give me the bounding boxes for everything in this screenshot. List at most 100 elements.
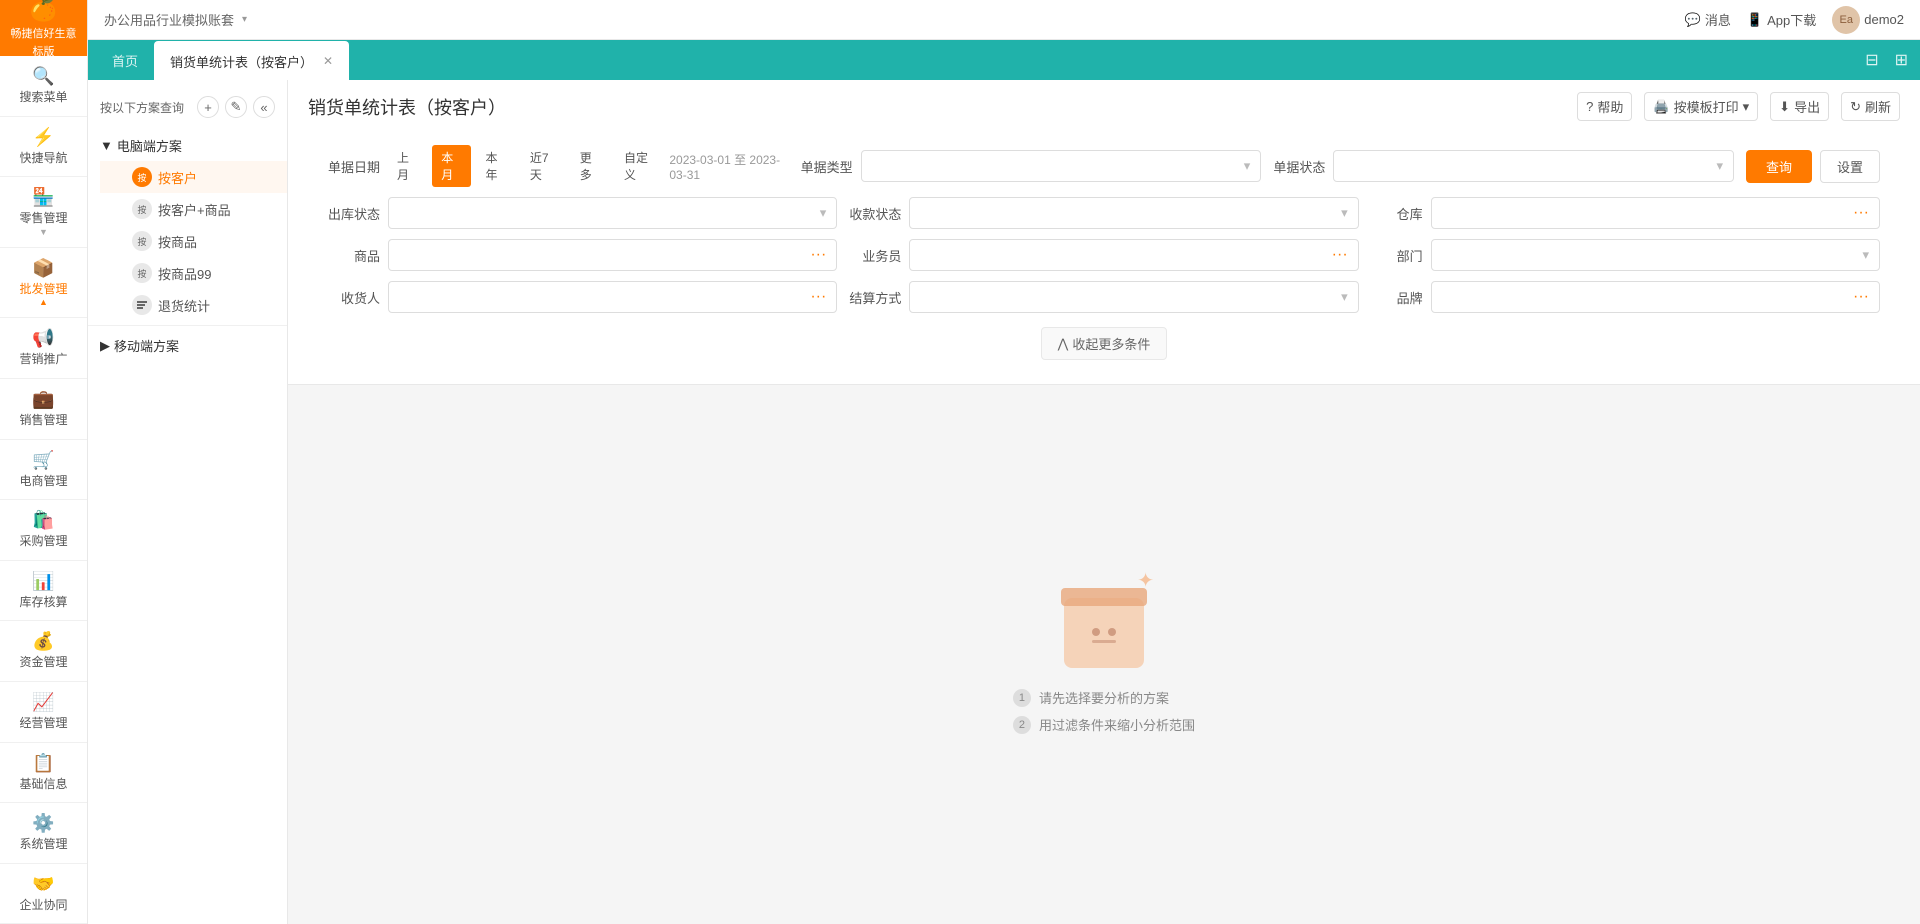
sidebar-item-marketing[interactable]: 📢 营销推广: [0, 318, 87, 379]
collapse-button[interactable]: ⋀ 收起更多条件: [1041, 327, 1168, 360]
sidebar-item-retail[interactable]: 🏪 零售管理 ▼: [0, 177, 87, 248]
tree-child-by-customer[interactable]: 按 按客户: [100, 161, 287, 193]
sidebar-item-system[interactable]: ⚙️ 系统管理: [0, 803, 87, 864]
by-customer-icon: 按: [132, 167, 152, 187]
salesperson-label: 业务员: [849, 246, 901, 265]
tree-child-by-product[interactable]: 按 按商品: [100, 225, 287, 257]
settlement-select[interactable]: ▾: [909, 281, 1358, 313]
filter-area: 单据日期 上月 本月 本年 近7天 更多 自定义 2023-03-01 至 20…: [308, 133, 1900, 384]
sidebar-item-wholesale[interactable]: 📦 批发管理 ▲: [0, 248, 87, 319]
settlement-label: 结算方式: [849, 288, 901, 307]
sidebar-item-purchase[interactable]: 🛍️ 采购管理: [0, 500, 87, 561]
message-label: 消息: [1705, 10, 1731, 29]
receipt-status-select[interactable]: ▾: [909, 197, 1358, 229]
export-button[interactable]: ⬇ 导出: [1770, 92, 1829, 121]
print-button[interactable]: 🖨️ 按模板打印 ▾: [1644, 92, 1758, 121]
page-header: 销货单统计表（按客户） ? 帮助 🖨️ 按模板打印 ▾ ⬇: [288, 80, 1920, 385]
sidebar-item-basic-info[interactable]: 📋 基础信息: [0, 743, 87, 804]
date-btn-this-month[interactable]: 本月: [432, 145, 470, 187]
operations-icon: 📈: [32, 692, 54, 713]
order-status-dropdown-icon: ▾: [1716, 158, 1723, 174]
sidebar-item-ecommerce[interactable]: 🛒 电商管理: [0, 440, 87, 501]
salesperson-input[interactable]: ···: [909, 239, 1358, 271]
sidebar-item-retail-label: 零售管理: [19, 211, 67, 227]
panel-header-actions: + ✎ «: [197, 96, 275, 118]
department-dropdown-icon: ▾: [1862, 247, 1869, 263]
product-dots-icon[interactable]: ···: [810, 246, 826, 264]
tree-parent-label-desktop: 电脑端方案: [117, 136, 182, 155]
date-btn-last-month[interactable]: 上月: [388, 145, 426, 187]
sidebar-item-search[interactable]: 🔍 搜索菜单: [0, 56, 87, 117]
app-logo: 🍊 畅捷信好生意 标版: [0, 0, 87, 56]
brand-dots-icon[interactable]: ···: [1853, 288, 1869, 306]
department-select[interactable]: ▾: [1431, 239, 1880, 271]
order-type-select[interactable]: ▾: [861, 150, 1262, 182]
collapse-panel-button[interactable]: «: [253, 96, 275, 118]
message-button[interactable]: 💬 消息: [1685, 10, 1731, 29]
tree-divider: [88, 325, 287, 326]
date-btn-this-year[interactable]: 本年: [477, 145, 515, 187]
receiver-label: 收货人: [328, 288, 380, 307]
date-btn-more[interactable]: 更多: [571, 145, 609, 187]
refresh-icon: ↻: [1850, 99, 1861, 115]
lightning-icon: ⚡: [32, 127, 54, 148]
settlement-dropdown-icon: ▾: [1341, 289, 1348, 305]
query-button[interactable]: 查询: [1746, 150, 1812, 183]
tree-parent-mobile[interactable]: ▶ 移动端方案: [88, 330, 287, 361]
warehouse-dots-icon[interactable]: ···: [1853, 204, 1869, 222]
sidebar-item-system-label: 系统管理: [19, 837, 67, 853]
main-area: 办公用品行业模拟账套 ▾ 💬 消息 📱 App下载 Ea demo2 首页: [88, 0, 1920, 924]
tree-child-by-customer-label: 按客户: [158, 168, 197, 187]
tab-home[interactable]: 首页: [96, 40, 154, 80]
tab-sales-report[interactable]: 销货单统计表（按客户） ✕: [154, 41, 349, 81]
tree-parent-desktop[interactable]: ▼ 电脑端方案: [88, 130, 287, 161]
topbar-left: 办公用品行业模拟账套 ▾: [104, 10, 247, 29]
date-btn-7days[interactable]: 近7天: [521, 145, 565, 187]
salesperson-dots-icon[interactable]: ···: [1332, 246, 1348, 264]
tree-child-customer-product[interactable]: 按 按客户+商品: [100, 193, 287, 225]
receiver-input[interactable]: ···: [388, 281, 837, 313]
tree-child-product-99[interactable]: 按 按商品99: [100, 257, 287, 289]
department-label: 部门: [1371, 246, 1423, 265]
user-menu[interactable]: Ea demo2: [1832, 6, 1904, 34]
receiver-dots-icon[interactable]: ···: [810, 288, 826, 306]
order-status-select[interactable]: ▾: [1333, 150, 1734, 182]
sidebar-item-quick-nav[interactable]: ⚡ 快捷导航: [0, 117, 87, 178]
app-download-button[interactable]: 📱 App下载: [1747, 10, 1816, 29]
sidebar-item-operations[interactable]: 📈 经营管理: [0, 682, 87, 743]
search-icon: 🔍: [32, 66, 54, 87]
warehouse-input[interactable]: ···: [1431, 197, 1880, 229]
purchase-icon: 🛍️: [32, 510, 54, 531]
sidebar-item-inventory[interactable]: 📊 库存核算: [0, 561, 87, 622]
tab-close-icon[interactable]: ✕: [323, 54, 333, 68]
sidebar-item-enterprise[interactable]: 🤝 企业协同: [0, 864, 87, 924]
tab-maximize-icon[interactable]: ⊞: [1891, 46, 1912, 74]
by-product-icon: 按: [132, 231, 152, 251]
order-status-filter-group: 单据状态 ▾: [1273, 150, 1734, 182]
tree-children-desktop: 按 按客户 按 按客户+商品 按 按商品 按 按商品99: [88, 161, 287, 321]
date-label: 单据日期: [328, 157, 380, 176]
date-btn-custom[interactable]: 自定义: [615, 145, 663, 187]
tree-child-return-stats[interactable]: 退货统计: [100, 289, 287, 321]
out-status-select[interactable]: ▾: [388, 197, 837, 229]
tab-minimize-icon[interactable]: ⊟: [1861, 46, 1882, 74]
product-input[interactable]: ···: [388, 239, 837, 271]
sidebar-item-sales-mgmt[interactable]: 💼 销售管理: [0, 379, 87, 440]
settings-button[interactable]: 设置: [1820, 150, 1880, 183]
brand-input[interactable]: ···: [1431, 281, 1880, 313]
empty-illustration: ✦: [1044, 568, 1164, 668]
help-button[interactable]: ? 帮助: [1577, 92, 1632, 121]
refresh-button[interactable]: ↻ 刷新: [1841, 92, 1900, 121]
sidebar-item-sales-label: 销售管理: [19, 413, 67, 429]
sidebar-item-finance[interactable]: 💰 资金管理: [0, 621, 87, 682]
finance-icon: 💰: [32, 631, 54, 652]
filter-row-4: 收货人 ··· 结算方式 ▾: [328, 281, 1880, 313]
breadcrumb-dropdown-icon[interactable]: ▾: [242, 14, 247, 25]
avatar: Ea: [1832, 6, 1860, 34]
sidebar-item-inventory-label: 库存核算: [19, 595, 67, 611]
order-type-label: 单据类型: [801, 157, 853, 176]
help-label: 帮助: [1597, 97, 1623, 116]
refresh-label: 刷新: [1865, 97, 1891, 116]
edit-scheme-button[interactable]: ✎: [225, 96, 247, 118]
add-scheme-button[interactable]: +: [197, 96, 219, 118]
